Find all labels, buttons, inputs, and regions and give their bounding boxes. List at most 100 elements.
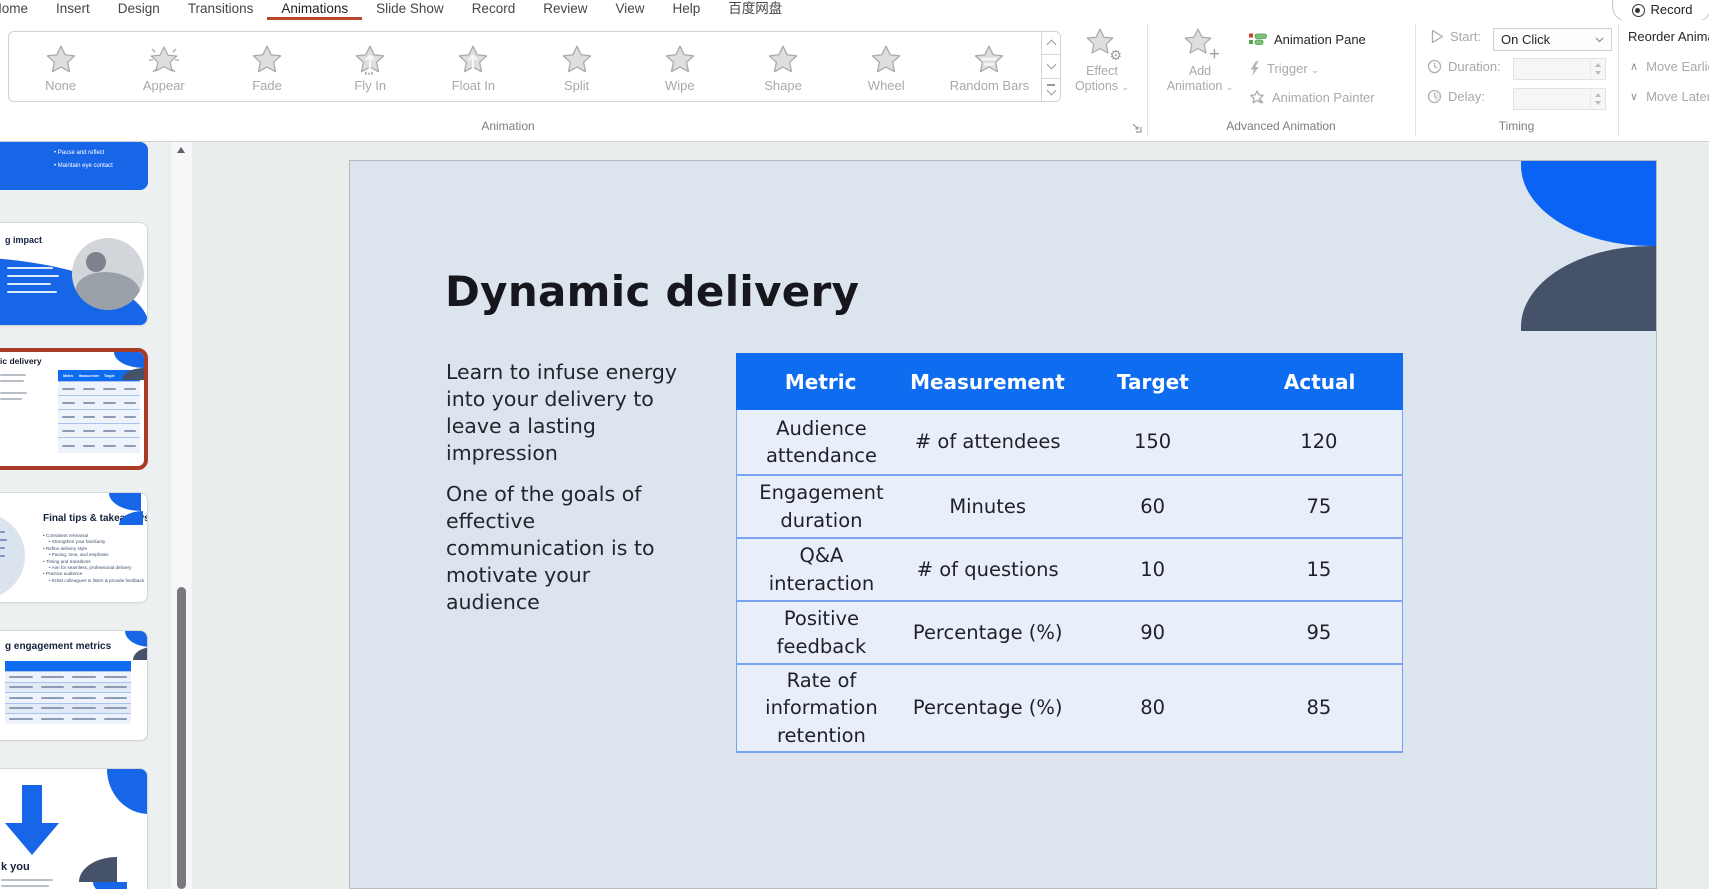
- menu-tab-view[interactable]: View: [601, 0, 658, 19]
- record-icon: [1631, 4, 1645, 17]
- slide-thumbnail-5[interactable]: g engagement metrics: [0, 630, 148, 741]
- menu-tab-insert[interactable]: Insert: [42, 0, 104, 19]
- move-earlier-button[interactable]: ∧ Move Earlier: [1630, 59, 1709, 74]
- spinner-up-icon: [1595, 63, 1601, 67]
- clock-icon: [1427, 89, 1442, 104]
- gallery-scroll-down-button[interactable]: [1042, 55, 1060, 79]
- gallery-item-shape[interactable]: Shape: [731, 32, 834, 101]
- animation-pane-icon: [1249, 33, 1267, 45]
- chevron-down-icon: [1046, 60, 1056, 70]
- gallery-item-split[interactable]: Split: [525, 32, 628, 101]
- start-dropdown[interactable]: On Click: [1493, 28, 1612, 51]
- powerpoint-window: Home Insert Design Transitions Animation…: [0, 0, 1709, 889]
- move-later-button[interactable]: ∨ Move Later: [1630, 89, 1709, 104]
- gallery-more-button[interactable]: [1042, 78, 1060, 101]
- spinner-up-icon: [1595, 93, 1601, 97]
- table-row: Rate of information retention Percentage…: [736, 665, 1403, 753]
- delay-label-row: Delay:: [1427, 89, 1485, 104]
- slide-canvas[interactable]: Dynamic delivery Learn to infuse energy …: [349, 160, 1657, 889]
- group-label-timing: Timing: [1498, 119, 1535, 133]
- chevron-up-icon: ∧: [1630, 61, 1639, 73]
- table-header-metric: Metric: [784, 369, 857, 394]
- spinner-arrows[interactable]: [1590, 89, 1605, 109]
- wipe-animation-star-icon: [661, 43, 699, 77]
- delay-spinner[interactable]: [1513, 88, 1606, 110]
- table-header-measurement: Measurement: [910, 369, 1065, 394]
- gallery-scroll-up-button[interactable]: [1042, 32, 1060, 56]
- chevron-down-icon: ⌄: [1311, 64, 1319, 75]
- gallery-item-float-in[interactable]: Float In: [422, 32, 525, 101]
- menu-tab-animations[interactable]: Animations: [267, 0, 363, 20]
- table-row: Audience attendance # of attendees 150 1…: [736, 410, 1403, 476]
- gallery-item-fly-in[interactable]: Fly In: [319, 32, 422, 101]
- clock-icon: [1427, 59, 1442, 74]
- slide-thumbnail-6[interactable]: k you: [0, 768, 148, 889]
- gallery-item-appear[interactable]: Appear: [112, 32, 215, 101]
- slide-thumbnail-3-selected[interactable]: ic delivery MetricMeasurementTargetActua…: [0, 348, 148, 470]
- table-header-actual: Actual: [1283, 369, 1356, 394]
- menu-tab-record[interactable]: Record: [458, 0, 530, 19]
- mini-table: [5, 661, 131, 724]
- menu-tab-review[interactable]: Review: [529, 0, 601, 19]
- petal-shape-blue: [1521, 161, 1656, 246]
- chevron-down-icon: ∨: [1630, 91, 1639, 103]
- reorder-animation-header: Reorder Animation: [1628, 29, 1709, 44]
- trigger-button[interactable]: Trigger ⌄: [1249, 59, 1319, 77]
- mini-table: MetricMeasurementTargetActual: [58, 370, 140, 453]
- add-animation-button[interactable]: + Add Animation ⌄: [1156, 26, 1244, 95]
- duration-spinner[interactable]: [1513, 58, 1606, 80]
- menu-tab-help[interactable]: Help: [659, 0, 715, 19]
- petal-shape: [114, 352, 144, 368]
- petal-shape: [125, 631, 147, 647]
- gear-icon: ⚙: [1109, 47, 1122, 63]
- animation-painter-icon: [1250, 89, 1264, 104]
- animation-painter-button[interactable]: Animation Painter: [1249, 88, 1375, 106]
- menu-tab-transitions[interactable]: Transitions: [174, 0, 268, 19]
- menu-tab-baidu-netdisk[interactable]: 百度网盘: [714, 0, 796, 19]
- gallery-item-fade[interactable]: Fade: [215, 32, 318, 101]
- split-animation-star-icon: [558, 43, 596, 77]
- gallery-item-none[interactable]: None: [9, 32, 112, 101]
- spinner-arrows[interactable]: [1590, 59, 1605, 79]
- gallery-item-wheel[interactable]: Wheel: [835, 32, 938, 101]
- fly-in-animation-star-icon: [351, 43, 389, 75]
- slide-title[interactable]: Dynamic delivery: [445, 267, 859, 316]
- metrics-table[interactable]: Metric Measurement Target Actual Audienc…: [736, 353, 1403, 753]
- table-row: Engagement duration Minutes 60 75: [736, 476, 1403, 539]
- slide-thumbnail-4[interactable]: Final tips & takeaways • Consistent rehe…: [0, 492, 148, 603]
- chevron-down-icon: [1595, 37, 1604, 42]
- none-animation-star-icon: [42, 43, 80, 77]
- slide-body-text[interactable]: Learn to infuse energy into your deliver…: [446, 359, 677, 616]
- petal-shape: [93, 882, 127, 889]
- sidebar-scrollbar-thumb[interactable]: [177, 587, 186, 889]
- float-in-animation-star-icon: [454, 43, 492, 77]
- petal-shape-dark: [1521, 246, 1656, 331]
- spinner-down-icon: [1595, 71, 1601, 75]
- slide-thumbnail-1[interactable]: • Pause and reflect • Maintain eye conta…: [0, 142, 148, 190]
- menu-tab-slide-show[interactable]: Slide Show: [362, 0, 458, 19]
- menu-bar: Home Insert Design Transitions Animation…: [0, 0, 1709, 20]
- animation-dialog-launcher[interactable]: [1130, 121, 1142, 133]
- group-separator: [1618, 24, 1619, 136]
- effect-options-button[interactable]: ⚙ Effect Options ⌄: [1064, 26, 1140, 95]
- effect-options-star-gear-icon: ⚙: [1084, 26, 1122, 63]
- duration-label-row: Duration:: [1427, 59, 1501, 74]
- scrollbar-up-arrow-icon[interactable]: [177, 147, 185, 153]
- slide-thumbnail-panel: • Pause and reflect • Maintain eye conta…: [0, 142, 170, 889]
- record-button[interactable]: Record: [1612, 0, 1709, 22]
- slide-thumbnail-2[interactable]: g impact: [0, 222, 148, 326]
- wheel-animation-star-icon: [867, 43, 905, 77]
- animation-pane-button[interactable]: Animation Pane: [1249, 30, 1366, 48]
- start-label-row: Start:: [1430, 29, 1481, 44]
- gallery-item-random-bars[interactable]: Random Bars: [938, 32, 1041, 101]
- menu-tab-design[interactable]: Design: [104, 0, 174, 19]
- gallery-item-wipe[interactable]: Wipe: [628, 32, 731, 101]
- thumbnail-bullet: • Maintain eye contact: [54, 163, 113, 169]
- thumbnail-bullets: • Consistent rehearsal • Strengthen your…: [43, 533, 145, 583]
- group-label-animation: Animation: [481, 119, 535, 133]
- menu-tab-home[interactable]: Home: [0, 0, 42, 19]
- down-arrow-shape: [5, 785, 59, 855]
- lightning-icon: [1250, 60, 1259, 76]
- table-row: Q&A interaction # of questions 10 15: [736, 539, 1403, 602]
- chevron-down-icon: [1046, 85, 1056, 95]
